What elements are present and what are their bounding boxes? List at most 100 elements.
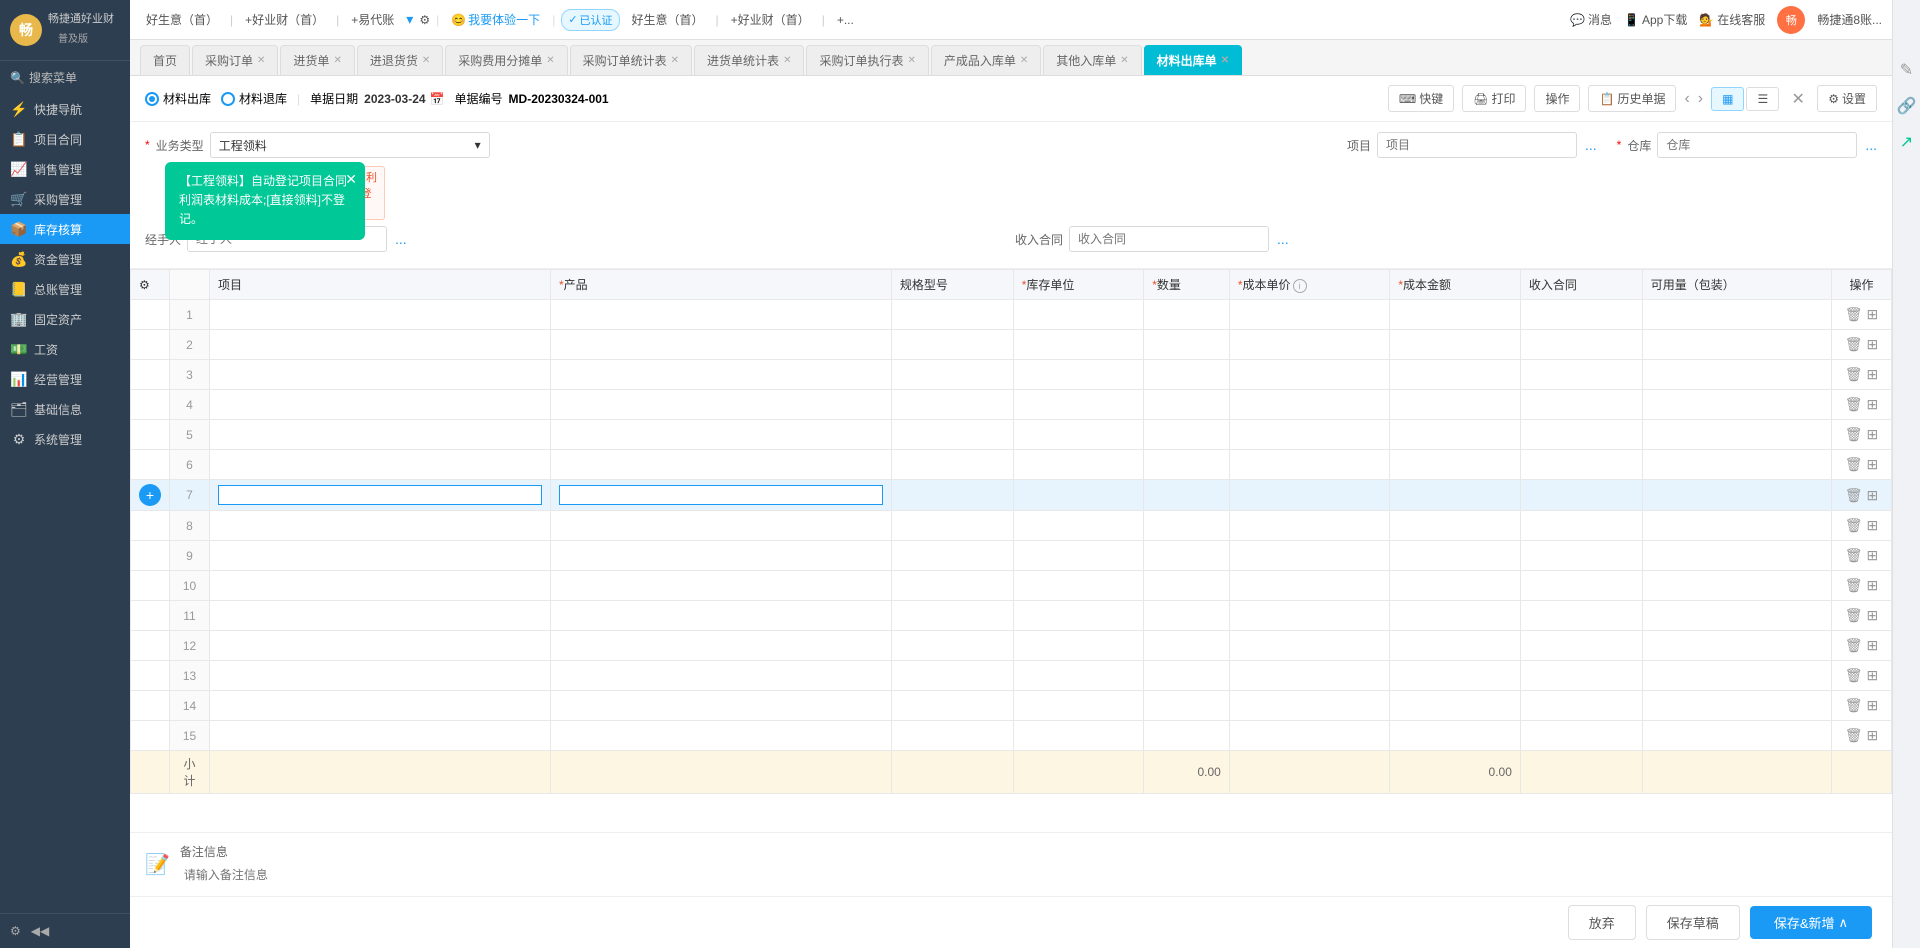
shortcut-btn[interactable]: ⌨ 快键 [1388, 85, 1454, 112]
copy-row-15[interactable]: ⊞ [1867, 727, 1879, 744]
tab-close-tab-inbound[interactable]: ✕ [333, 55, 341, 66]
save-new-button[interactable]: 保存&新增 ∧ [1750, 906, 1872, 939]
tab-po-exec[interactable]: 采购订单执行表✕ [806, 45, 928, 75]
sidebar-item-ledger[interactable]: 📒总账管理 [0, 274, 130, 304]
income-contract-more-btn[interactable]: ... [1277, 231, 1289, 247]
close-btn[interactable]: ✕ [1787, 88, 1809, 110]
copy-row-9[interactable]: ⊞ [1867, 547, 1879, 564]
copy-row-12[interactable]: ⊞ [1867, 637, 1879, 654]
copy-row-4[interactable]: ⊞ [1867, 396, 1879, 413]
copy-row-6[interactable]: ⊞ [1867, 456, 1879, 473]
handler-more-btn[interactable]: ... [395, 231, 407, 247]
sidebar-item-quick[interactable]: ⚡快捷导航 [0, 94, 130, 124]
sidebar-item-assets[interactable]: 🏢固定资产 [0, 304, 130, 334]
copy-row-10[interactable]: ⊞ [1867, 577, 1879, 594]
col-settings[interactable]: ⚙ [131, 270, 170, 300]
add-row-btn[interactable]: + [139, 484, 161, 506]
cost-info-icon[interactable]: i [1293, 279, 1307, 293]
sidebar-item-mgmt[interactable]: 📊经营管理 [0, 364, 130, 394]
copy-row-5[interactable]: ⊞ [1867, 426, 1879, 443]
sidebar-item-sales[interactable]: 📈销售管理 [0, 154, 130, 184]
discard-button[interactable]: 放弃 [1568, 905, 1636, 940]
project-more-btn[interactable]: ... [1585, 137, 1597, 153]
tab-close-tab-cost[interactable]: ✕ [546, 55, 554, 66]
tab-close-tab-other-in[interactable]: ✕ [1120, 55, 1128, 66]
biz-type-select[interactable]: 工程领料 ▾ [210, 132, 490, 158]
tab-prod-in[interactable]: 产成品入库单✕ [931, 45, 1041, 75]
user-avatar[interactable]: 畅 [1777, 6, 1805, 34]
copy-row-14[interactable]: ⊞ [1867, 697, 1879, 714]
sidebar-item-system[interactable]: ⚙系统管理 [0, 424, 130, 454]
table-view-btn[interactable]: ▦ [1711, 87, 1744, 111]
tab-return[interactable]: 进退货货✕ [357, 45, 443, 75]
notes-input[interactable] [180, 864, 980, 886]
tab-material-out[interactable]: 材料出库单✕ [1144, 45, 1242, 75]
delete-row-14[interactable]: 🗑 [1845, 697, 1863, 714]
online-service-btn[interactable]: 💁 在线客服 [1699, 11, 1765, 28]
tab-close-tab-po[interactable]: ✕ [257, 55, 265, 66]
radio-material-out[interactable]: 材料出库 [145, 90, 211, 107]
delete-row-3[interactable]: 🗑 [1845, 366, 1863, 383]
delete-row-7[interactable]: 🗑 [1845, 487, 1863, 504]
app-download-btn[interactable]: 📱 App下载 [1624, 11, 1687, 28]
user-name[interactable]: 畅捷通8账... [1817, 11, 1882, 28]
warehouse-input[interactable] [1657, 132, 1857, 158]
topbar-nav-good1[interactable]: 好生意（首） [626, 7, 710, 32]
message-btn[interactable]: 💬 消息 [1570, 11, 1612, 28]
collapse-icon[interactable]: ◀◀ [31, 924, 49, 938]
copy-row-8[interactable]: ⊞ [1867, 517, 1879, 534]
sidebar-item-basic[interactable]: 🗂基础信息 [0, 394, 130, 424]
topbar-nav-more[interactable]: +... [831, 9, 860, 31]
tab-po-stat[interactable]: 采购订单统计表✕ [570, 45, 692, 75]
delete-row-10[interactable]: 🗑 [1845, 577, 1863, 594]
tab-home[interactable]: 首页 [140, 45, 190, 75]
copy-row-7[interactable]: ⊞ [1867, 487, 1879, 504]
tab-close-tab-inbound-stat[interactable]: ✕ [783, 55, 791, 66]
delete-row-1[interactable]: 🗑 [1845, 306, 1863, 323]
search-menu[interactable]: 🔍 搜索菜单 [0, 61, 130, 94]
delete-row-15[interactable]: 🗑 [1845, 727, 1863, 744]
nav-prev-btn[interactable]: ‹ [1684, 90, 1689, 108]
sidebar-item-payroll[interactable]: 💵工资 [0, 334, 130, 364]
warehouse-more-btn[interactable]: ... [1865, 137, 1877, 153]
tooltip-close-btn[interactable]: ✕ [345, 168, 357, 190]
copy-row-3[interactable]: ⊞ [1867, 366, 1879, 383]
tab-inbound-stat[interactable]: 进货单统计表✕ [694, 45, 804, 75]
topbar-nav-2[interactable]: +好业财（首） [239, 7, 330, 32]
delete-row-5[interactable]: 🗑 [1845, 426, 1863, 443]
page-settings-btn[interactable]: ⚙ 设置 [1817, 85, 1877, 112]
sidebar-item-inventory[interactable]: 📦库存核算 [0, 214, 130, 244]
link-icon[interactable]: 🔗 [1897, 96, 1917, 116]
tab-close-tab-po-stat[interactable]: ✕ [671, 55, 679, 66]
income-contract-input[interactable] [1069, 226, 1269, 252]
trial-link[interactable]: 😊 我要体验一下 [445, 7, 546, 32]
edit-icon[interactable]: ✎ [1900, 60, 1913, 80]
copy-row-2[interactable]: ⊞ [1867, 336, 1879, 353]
delete-row-12[interactable]: 🗑 [1845, 637, 1863, 654]
copy-row-1[interactable]: ⊞ [1867, 306, 1879, 323]
delete-row-6[interactable]: 🗑 [1845, 456, 1863, 473]
copy-row-11[interactable]: ⊞ [1867, 607, 1879, 624]
list-view-btn[interactable]: ☰ [1746, 87, 1779, 111]
topbar-nav-3[interactable]: +易代账 [345, 7, 400, 32]
tab-cost[interactable]: 采购费用分摊单✕ [445, 45, 567, 75]
tab-close-tab-return[interactable]: ✕ [422, 55, 430, 66]
tab-close-tab-po-exec[interactable]: ✕ [907, 55, 915, 66]
tab-close-tab-material-out[interactable]: ✕ [1221, 55, 1229, 66]
sidebar-item-purchase[interactable]: 🛒采购管理 [0, 184, 130, 214]
sidebar-item-project[interactable]: 📋项目合同 [0, 124, 130, 154]
project-input[interactable] [1377, 132, 1577, 158]
delete-row-8[interactable]: 🗑 [1845, 517, 1863, 534]
topbar-settings-icon[interactable]: ⚙ [419, 13, 430, 27]
action-btn[interactable]: 操作 [1534, 85, 1580, 112]
nav-dropdown-btn[interactable]: ▾ [406, 11, 413, 28]
date-picker[interactable]: 2023-03-24 📅 [364, 92, 444, 106]
nav-next-btn[interactable]: › [1698, 90, 1703, 108]
delete-row-13[interactable]: 🗑 [1845, 667, 1863, 684]
delete-row-9[interactable]: 🗑 [1845, 547, 1863, 564]
print-btn[interactable]: 🖨 打印 [1462, 85, 1526, 112]
history-btn[interactable]: 📋 历史单据 [1588, 85, 1676, 112]
tab-inbound[interactable]: 进货单✕ [280, 45, 354, 75]
radio-material-return[interactable]: 材料退库 [221, 90, 287, 107]
topbar-nav-good2[interactable]: +好业财（首） [725, 7, 816, 32]
